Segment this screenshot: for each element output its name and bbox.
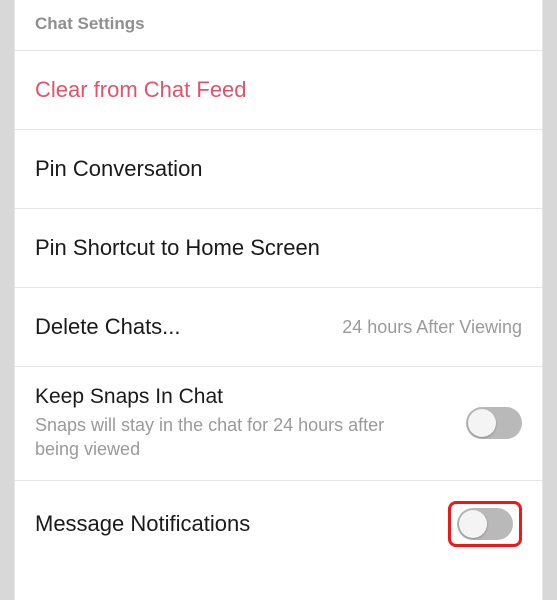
keep-snaps-row: Keep Snaps In Chat Snaps will stay in th…: [15, 367, 542, 481]
row-main: Message Notifications: [35, 511, 448, 537]
row-main: Keep Snaps In Chat Snaps will stay in th…: [35, 385, 466, 462]
keep-snaps-toggle[interactable]: [466, 407, 522, 439]
section-header: Chat Settings: [15, 0, 542, 51]
row-main: Delete Chats...: [35, 314, 330, 340]
pin-conversation-row[interactable]: Pin Conversation: [15, 130, 542, 209]
pin-conversation-label: Pin Conversation: [35, 156, 522, 182]
pin-shortcut-label: Pin Shortcut to Home Screen: [35, 235, 522, 261]
keep-snaps-label: Keep Snaps In Chat: [35, 385, 466, 409]
toggle-knob: [468, 409, 496, 437]
pin-shortcut-row[interactable]: Pin Shortcut to Home Screen: [15, 209, 542, 288]
section-header-label: Chat Settings: [35, 14, 145, 33]
delete-chats-row[interactable]: Delete Chats... 24 hours After Viewing: [15, 288, 542, 367]
message-notifications-toggle[interactable]: [457, 508, 513, 540]
message-notifications-label: Message Notifications: [35, 511, 448, 537]
row-main: Clear from Chat Feed: [35, 77, 522, 103]
keep-snaps-subtitle: Snaps will stay in the chat for 24 hours…: [35, 413, 395, 462]
delete-chats-label: Delete Chats...: [35, 314, 330, 340]
message-notifications-row: Message Notifications: [15, 481, 542, 567]
delete-chats-value: 24 hours After Viewing: [330, 317, 522, 338]
clear-from-chat-feed-label: Clear from Chat Feed: [35, 77, 522, 103]
row-main: Pin Shortcut to Home Screen: [35, 235, 522, 261]
highlight-box: [448, 501, 522, 547]
toggle-knob: [459, 510, 487, 538]
chat-settings-panel: Chat Settings Clear from Chat Feed Pin C…: [14, 0, 543, 600]
row-main: Pin Conversation: [35, 156, 522, 182]
clear-from-chat-feed-row[interactable]: Clear from Chat Feed: [15, 51, 542, 130]
